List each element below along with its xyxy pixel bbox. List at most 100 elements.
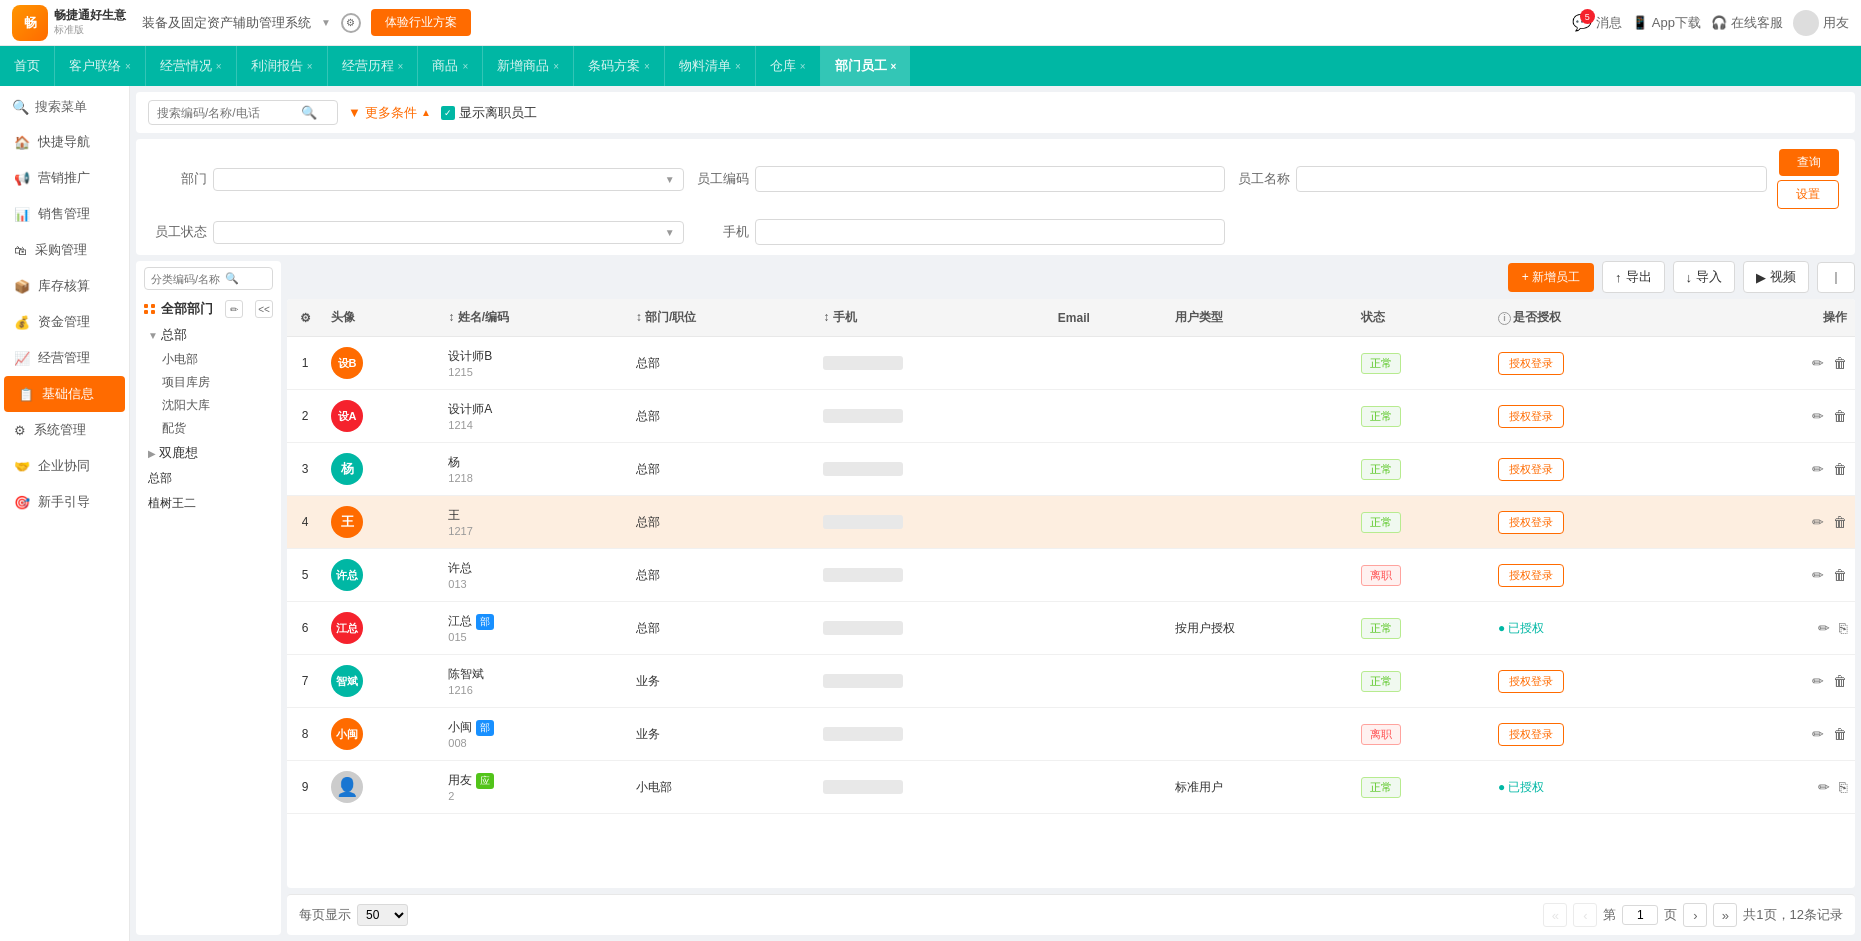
edit-icon[interactable]: ✏ [1818, 620, 1830, 636]
message-wrapper[interactable]: 💬 5 消息 [1572, 13, 1622, 32]
dept-node-zhishu[interactable]: 植树王二 [140, 491, 281, 516]
emp-status-select[interactable]: ▼ [213, 221, 684, 244]
dept-node-zongbu2[interactable]: 总部 [140, 466, 281, 491]
delete-icon[interactable]: 🗑 [1833, 514, 1847, 530]
col-dept[interactable]: ↕ 部门/职位 [628, 299, 815, 337]
search-btn-icon[interactable]: 🔍 [301, 105, 317, 120]
dept-edit-icon[interactable]: ✏ [225, 300, 243, 318]
dept-collapse-btn[interactable]: << [255, 300, 273, 318]
search-box[interactable]: 🔍 [148, 100, 338, 125]
dept-node-shuanglu[interactable]: ▶双鹿想 [140, 440, 281, 466]
settings-icon[interactable]: ⚙ [341, 13, 361, 33]
sidebar-item-quicknav[interactable]: 🏠 快捷导航 [0, 124, 129, 160]
user-area[interactable]: 用友 [1793, 10, 1849, 36]
sidebar-item-sales[interactable]: 📊 销售管理 [0, 196, 129, 232]
tab-goods[interactable]: 商品× [418, 46, 483, 86]
tab-bom[interactable]: 物料清单× [665, 46, 756, 86]
emp-name-input[interactable] [1296, 166, 1767, 192]
dept-search-icon[interactable]: 🔍 [225, 272, 239, 285]
delete-icon[interactable]: 🗑 [1833, 461, 1847, 477]
more-conditions[interactable]: ▼ 更多条件 ▲ [348, 104, 431, 122]
checkbox-checked[interactable]: ✓ [441, 106, 455, 120]
last-page-btn[interactable]: » [1713, 903, 1737, 927]
row-auth[interactable]: 授权登录 [1490, 496, 1690, 549]
auth-button[interactable]: 授权登录 [1498, 723, 1564, 746]
import-button[interactable]: ↓ 导入 [1673, 261, 1736, 293]
sidebar-item-inventory[interactable]: 📦 库存核算 [0, 268, 129, 304]
app-download[interactable]: 📱 App下载 [1632, 14, 1701, 32]
page-number-input[interactable] [1622, 905, 1658, 925]
edit-icon[interactable]: ✏ [1812, 673, 1824, 689]
dept-node-zongbu[interactable]: ▼总部 [140, 322, 281, 348]
dept-child-peihuo[interactable]: 配货 [154, 417, 281, 440]
first-page-btn[interactable]: « [1543, 903, 1567, 927]
col-name[interactable]: ↕ 姓名/编码 [440, 299, 627, 337]
sidebar-item-cooperation[interactable]: 🤝 企业协同 [0, 448, 129, 484]
tab-warehouse[interactable]: 仓库× [756, 46, 821, 86]
auth-button[interactable]: 授权登录 [1498, 670, 1564, 693]
col-phone[interactable]: ↕ 手机 [815, 299, 1050, 337]
query-button[interactable]: 查询 [1779, 149, 1839, 176]
sidebar-search[interactable]: 🔍 搜索菜单 [0, 90, 129, 124]
tab-home[interactable]: 首页 [0, 46, 55, 86]
edit-icon[interactable]: ✏ [1812, 514, 1824, 530]
tab-employees[interactable]: 部门员工× [821, 46, 911, 86]
sidebar-item-purchase[interactable]: 🛍 采购管理 [0, 232, 129, 268]
dept-child-shenyang[interactable]: 沈阳大库 [154, 394, 281, 417]
show-resigned[interactable]: ✓ 显示离职员工 [441, 104, 537, 122]
copy-icon[interactable]: ⎘ [1839, 779, 1847, 795]
tab-customer[interactable]: 客户联络× [55, 46, 146, 86]
delete-icon[interactable]: 🗑 [1833, 355, 1847, 371]
prev-page-btn[interactable]: ‹ [1573, 903, 1597, 927]
auth-button[interactable]: 授权登录 [1498, 352, 1564, 375]
auth-button[interactable]: 授权登录 [1498, 458, 1564, 481]
page-size-select[interactable]: 50 20 100 [357, 904, 408, 926]
help-button[interactable]: ｜ [1817, 262, 1855, 293]
row-auth[interactable]: 授权登录 [1490, 390, 1690, 443]
next-page-btn[interactable]: › [1683, 903, 1707, 927]
dropdown-arrow[interactable]: ▼ [321, 17, 331, 28]
delete-icon[interactable]: 🗑 [1833, 567, 1847, 583]
sidebar-item-operation[interactable]: 📈 经营管理 [0, 340, 129, 376]
search-input[interactable] [157, 106, 297, 120]
auth-button[interactable]: 授权登录 [1498, 511, 1564, 534]
settings-button[interactable]: 设置 [1777, 180, 1839, 209]
sidebar-item-system[interactable]: ⚙ 系统管理 [0, 412, 129, 448]
all-dept-btn[interactable]: 全部部门 [144, 300, 213, 318]
auth-button[interactable]: 授权登录 [1498, 564, 1564, 587]
delete-icon[interactable]: 🗑 [1833, 408, 1847, 424]
edit-icon[interactable]: ✏ [1812, 726, 1824, 742]
tab-barcode[interactable]: 条码方案× [574, 46, 665, 86]
online-service[interactable]: 🎧 在线客服 [1711, 14, 1783, 32]
phone-input[interactable] [755, 219, 1226, 245]
dept-select[interactable]: ▼ [213, 168, 684, 191]
delete-icon[interactable]: 🗑 [1833, 673, 1847, 689]
view-button[interactable]: ▶ 视频 [1743, 261, 1809, 293]
trial-button[interactable]: 体验行业方案 [371, 9, 471, 36]
tab-add-goods[interactable]: 新增商品× [483, 46, 574, 86]
row-auth[interactable]: 授权登录 [1490, 337, 1690, 390]
sidebar-item-basic[interactable]: 📋 基础信息 [4, 376, 125, 412]
dept-child-project[interactable]: 项目库房 [154, 371, 281, 394]
tab-process[interactable]: 经营历程× [328, 46, 419, 86]
dept-child-xiaodianbu[interactable]: 小电部 [154, 348, 281, 371]
sidebar-item-capital[interactable]: 💰 资金管理 [0, 304, 129, 340]
sidebar-item-guide[interactable]: 🎯 新手引导 [0, 484, 129, 520]
tab-profit[interactable]: 利润报告× [237, 46, 328, 86]
row-auth[interactable]: 授权登录 [1490, 655, 1690, 708]
dept-search-box[interactable]: 🔍 [144, 267, 273, 290]
copy-icon[interactable]: ⎘ [1839, 620, 1847, 636]
col-settings[interactable]: ⚙ [287, 299, 323, 337]
edit-icon[interactable]: ✏ [1812, 408, 1824, 424]
tab-operation[interactable]: 经营情况× [146, 46, 237, 86]
auth-button[interactable]: 授权登录 [1498, 405, 1564, 428]
edit-icon[interactable]: ✏ [1812, 461, 1824, 477]
edit-icon[interactable]: ✏ [1812, 355, 1824, 371]
row-auth[interactable]: 授权登录 [1490, 549, 1690, 602]
add-employee-button[interactable]: + 新增员工 [1508, 263, 1594, 292]
export-button[interactable]: ↑ 导出 [1602, 261, 1665, 293]
dept-search-input[interactable] [151, 273, 221, 285]
edit-icon[interactable]: ✏ [1818, 779, 1830, 795]
delete-icon[interactable]: 🗑 [1833, 726, 1847, 742]
emp-code-input[interactable] [755, 166, 1226, 192]
